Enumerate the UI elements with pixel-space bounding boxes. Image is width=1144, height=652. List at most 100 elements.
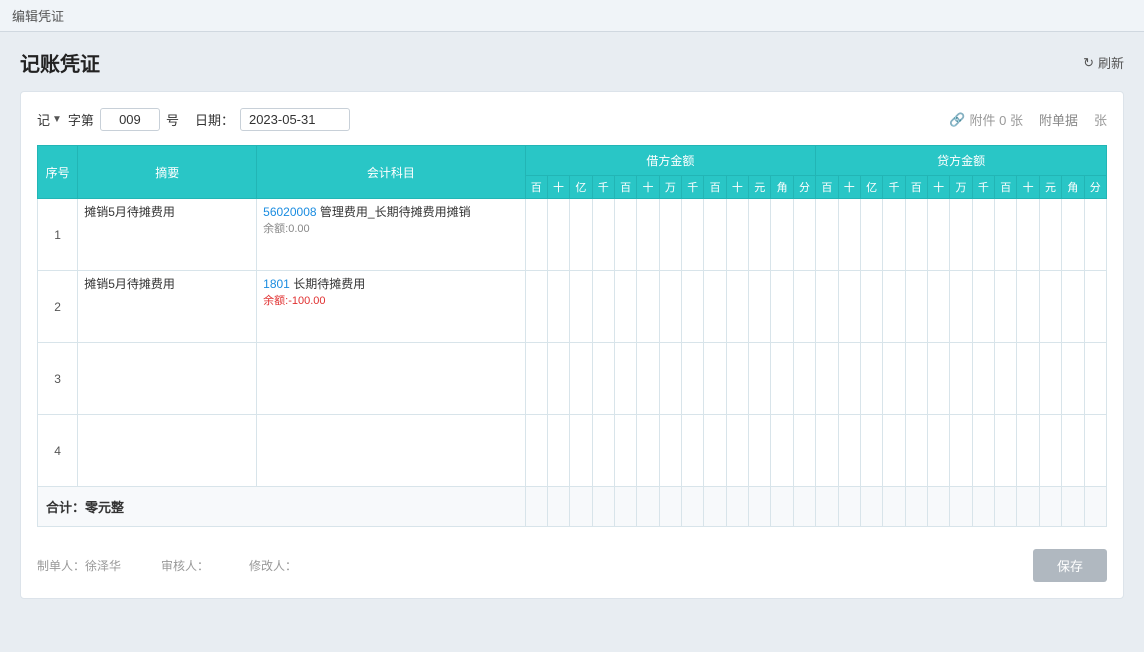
voucher-type-button[interactable]: 记 ▼	[37, 110, 62, 129]
row-2-credit-5[interactable]	[927, 343, 949, 415]
row-3-debit-0[interactable]	[525, 415, 547, 487]
row-1-account[interactable]: 1801 长期待摊费用余额:-100.00	[257, 271, 525, 343]
row-1-debit-8[interactable]	[704, 271, 726, 343]
row-2-credit-3[interactable]	[883, 343, 905, 415]
row-2-debit-11[interactable]	[771, 343, 793, 415]
row-1-debit-9[interactable]	[726, 271, 748, 343]
row-2-credit-12[interactable]	[1084, 343, 1107, 415]
row-1-credit-12[interactable]	[1084, 271, 1107, 343]
row-0-debit-6[interactable]	[659, 199, 681, 271]
row-1-credit-6[interactable]	[950, 271, 972, 343]
row-2-credit-7[interactable]	[972, 343, 994, 415]
row-1-debit-11[interactable]	[771, 271, 793, 343]
row-3-debit-7[interactable]	[682, 415, 704, 487]
row-2-credit-4[interactable]	[905, 343, 927, 415]
row-3-credit-0[interactable]	[816, 415, 838, 487]
row-2-debit-6[interactable]	[659, 343, 681, 415]
row-2-debit-0[interactable]	[525, 343, 547, 415]
date-input[interactable]	[240, 108, 350, 131]
row-2-credit-9[interactable]	[1017, 343, 1039, 415]
row-3-credit-2[interactable]	[860, 415, 882, 487]
save-button[interactable]: 保存	[1033, 549, 1107, 582]
row-0-debit-2[interactable]	[570, 199, 592, 271]
row-3-credit-8[interactable]	[995, 415, 1017, 487]
row-2-debit-7[interactable]	[682, 343, 704, 415]
row-0-credit-12[interactable]	[1084, 199, 1107, 271]
row-0-debit-4[interactable]	[614, 199, 636, 271]
row-3-debit-8[interactable]	[704, 415, 726, 487]
row-1-summary[interactable]: 摊销5月待摊费用	[78, 271, 257, 343]
row-0-debit-1[interactable]	[547, 199, 569, 271]
row-3-debit-3[interactable]	[592, 415, 614, 487]
row-2-account[interactable]	[257, 343, 525, 415]
row-3-debit-4[interactable]	[614, 415, 636, 487]
row-0-credit-11[interactable]	[1062, 199, 1084, 271]
row-0-credit-7[interactable]	[972, 199, 994, 271]
row-2-debit-10[interactable]	[749, 343, 771, 415]
row-0-credit-8[interactable]	[995, 199, 1017, 271]
row-1-debit-0[interactable]	[525, 271, 547, 343]
row-3-debit-11[interactable]	[771, 415, 793, 487]
row-1-credit-0[interactable]	[816, 271, 838, 343]
row-2-debit-1[interactable]	[547, 343, 569, 415]
row-1-debit-6[interactable]	[659, 271, 681, 343]
row-1-debit-4[interactable]	[614, 271, 636, 343]
row-1-credit-3[interactable]	[883, 271, 905, 343]
row-1-debit-12[interactable]	[793, 271, 815, 343]
row-2-debit-9[interactable]	[726, 343, 748, 415]
row-0-credit-9[interactable]	[1017, 199, 1039, 271]
row-1-credit-7[interactable]	[972, 271, 994, 343]
row-0-credit-2[interactable]	[860, 199, 882, 271]
row-0-credit-4[interactable]	[905, 199, 927, 271]
row-3-credit-6[interactable]	[950, 415, 972, 487]
row-1-credit-4[interactable]	[905, 271, 927, 343]
row-0-credit-10[interactable]	[1039, 199, 1061, 271]
row-3-credit-9[interactable]	[1017, 415, 1039, 487]
row-2-credit-8[interactable]	[995, 343, 1017, 415]
row-3-debit-12[interactable]	[793, 415, 815, 487]
row-2-debit-2[interactable]	[570, 343, 592, 415]
row-2-debit-4[interactable]	[614, 343, 636, 415]
row-2-debit-5[interactable]	[637, 343, 659, 415]
row-3-credit-7[interactable]	[972, 415, 994, 487]
row-1-debit-7[interactable]	[682, 271, 704, 343]
row-0-debit-11[interactable]	[771, 199, 793, 271]
row-3-debit-9[interactable]	[726, 415, 748, 487]
row-2-credit-11[interactable]	[1062, 343, 1084, 415]
row-3-account[interactable]	[257, 415, 525, 487]
row-0-debit-5[interactable]	[637, 199, 659, 271]
attachment-link[interactable]: 🔗 附件 0 张	[949, 110, 1023, 129]
row-0-debit-8[interactable]	[704, 199, 726, 271]
row-2-credit-6[interactable]	[950, 343, 972, 415]
row-1-debit-2[interactable]	[570, 271, 592, 343]
row-3-credit-5[interactable]	[927, 415, 949, 487]
row-3-credit-10[interactable]	[1039, 415, 1061, 487]
row-3-credit-11[interactable]	[1062, 415, 1084, 487]
row-2-debit-12[interactable]	[793, 343, 815, 415]
row-0-debit-3[interactable]	[592, 199, 614, 271]
row-1-credit-9[interactable]	[1017, 271, 1039, 343]
row-0-summary[interactable]: 摊销5月待摊费用	[78, 199, 257, 271]
refresh-button[interactable]: ↻ 刷新	[1083, 53, 1124, 72]
row-2-credit-0[interactable]	[816, 343, 838, 415]
row-0-debit-12[interactable]	[793, 199, 815, 271]
row-1-debit-1[interactable]	[547, 271, 569, 343]
row-3-debit-2[interactable]	[570, 415, 592, 487]
row-0-credit-3[interactable]	[883, 199, 905, 271]
row-1-debit-5[interactable]	[637, 271, 659, 343]
row-2-debit-8[interactable]	[704, 343, 726, 415]
voucher-number-input[interactable]	[100, 108, 160, 131]
row-1-credit-11[interactable]	[1062, 271, 1084, 343]
row-0-account[interactable]: 56020008 管理费用_长期待摊费用摊销余额:0.00	[257, 199, 525, 271]
row-0-credit-5[interactable]	[927, 199, 949, 271]
row-3-credit-12[interactable]	[1084, 415, 1107, 487]
row-1-credit-1[interactable]	[838, 271, 860, 343]
row-0-credit-0[interactable]	[816, 199, 838, 271]
row-0-debit-7[interactable]	[682, 199, 704, 271]
row-2-credit-10[interactable]	[1039, 343, 1061, 415]
row-3-debit-1[interactable]	[547, 415, 569, 487]
row-1-credit-2[interactable]	[860, 271, 882, 343]
row-3-debit-5[interactable]	[637, 415, 659, 487]
row-1-debit-3[interactable]	[592, 271, 614, 343]
row-1-credit-5[interactable]	[927, 271, 949, 343]
